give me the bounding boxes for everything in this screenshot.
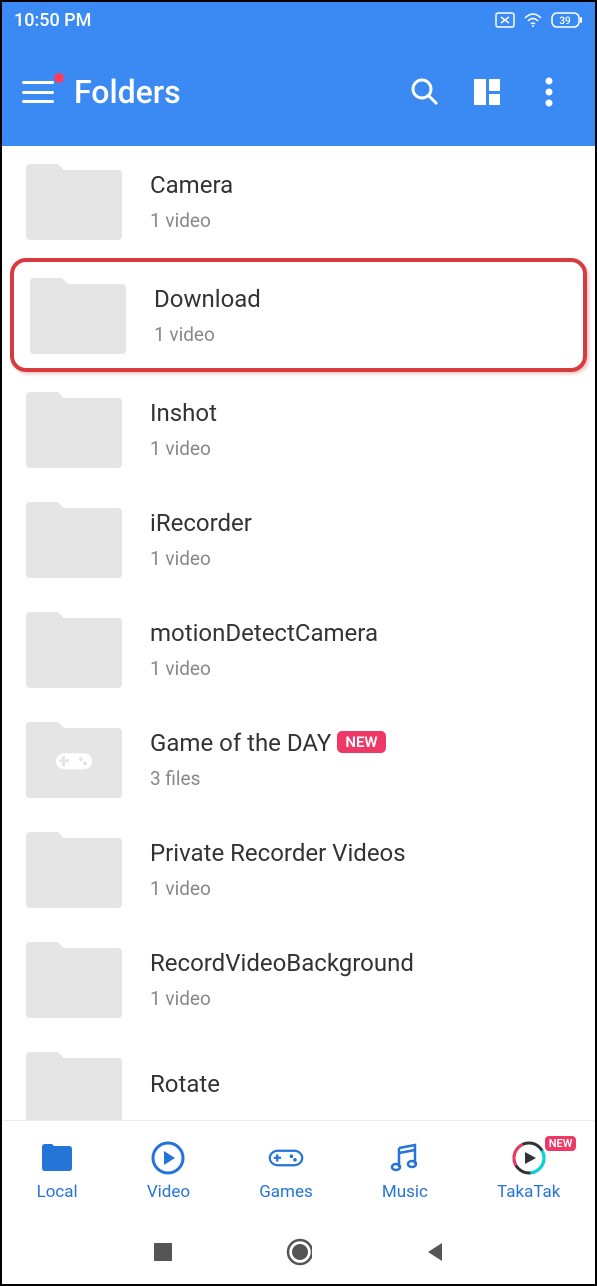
nav-video[interactable]: Video xyxy=(147,1140,190,1202)
folder-info: RecordVideoBackground 1 video xyxy=(150,949,573,1010)
app-header: Folders xyxy=(2,38,595,146)
folder-subtitle: 1 video xyxy=(150,437,573,460)
folder-info: Download 1 video xyxy=(154,285,569,346)
folder-icon xyxy=(24,830,124,908)
notification-dot xyxy=(54,73,64,83)
nav-games[interactable]: Games xyxy=(259,1140,313,1202)
folder-info: iRecorder 1 video xyxy=(150,509,573,570)
nav-label: Video xyxy=(147,1182,190,1202)
folder-item-game-of-the-day[interactable]: Game of the DAYNEW 3 files xyxy=(2,704,595,814)
layout-icon[interactable] xyxy=(471,76,503,108)
folder-icon xyxy=(24,720,124,798)
folder-item-rotate[interactable]: Rotate xyxy=(2,1034,595,1120)
nav-label: Music xyxy=(382,1182,428,1202)
folder-subtitle: 1 video xyxy=(150,547,573,570)
status-icons: 39 xyxy=(495,12,583,28)
music-icon xyxy=(387,1140,423,1176)
folder-name: Download xyxy=(154,285,569,313)
nav-music[interactable]: Music xyxy=(382,1140,428,1202)
folder-name: iRecorder xyxy=(150,509,573,537)
nav-local[interactable]: Local xyxy=(37,1140,78,1202)
more-icon[interactable] xyxy=(533,76,565,108)
folder-icon xyxy=(39,1140,75,1176)
folder-list[interactable]: Camera 1 video Download 1 video Inshot 1… xyxy=(2,146,595,1120)
folder-item-camera[interactable]: Camera 1 video xyxy=(2,146,595,256)
folder-item-recordvideobackground[interactable]: RecordVideoBackground 1 video xyxy=(2,924,595,1034)
folder-item-download[interactable]: Download 1 video xyxy=(10,258,587,372)
bottom-nav: Local Video Games Music TakaTak NEW xyxy=(2,1120,595,1220)
new-badge: NEW xyxy=(337,731,385,753)
folder-subtitle: 1 video xyxy=(150,987,573,1010)
nav-takatak[interactable]: TakaTak NEW xyxy=(497,1140,560,1202)
folder-icon xyxy=(24,162,124,240)
folder-name: Game of the DAYNEW xyxy=(150,729,573,757)
folder-info: Rotate xyxy=(150,1070,573,1108)
folder-item-private-recorder-videos[interactable]: Private Recorder Videos 1 video xyxy=(2,814,595,924)
recent-apps-button[interactable] xyxy=(150,1239,176,1265)
folder-name: Rotate xyxy=(150,1070,573,1098)
folder-icon xyxy=(24,390,124,468)
folder-info: motionDetectCamera 1 video xyxy=(150,619,573,680)
folder-name: Camera xyxy=(150,171,573,199)
folder-info: Game of the DAYNEW 3 files xyxy=(150,729,573,790)
folder-icon xyxy=(24,610,124,688)
svg-text:39: 39 xyxy=(559,16,571,27)
folder-item-motiondetectcamera[interactable]: motionDetectCamera 1 video xyxy=(2,594,595,704)
nav-label: Games xyxy=(259,1182,313,1202)
back-button[interactable] xyxy=(422,1239,448,1265)
system-nav xyxy=(2,1220,595,1284)
folder-name: Inshot xyxy=(150,399,573,427)
folder-info: Private Recorder Videos 1 video xyxy=(150,839,573,900)
folder-subtitle: 1 video xyxy=(150,657,573,680)
play-icon xyxy=(150,1140,186,1176)
folder-icon xyxy=(24,940,124,1018)
folder-icon xyxy=(24,1050,124,1120)
folder-subtitle: 1 video xyxy=(154,323,569,346)
folder-name: RecordVideoBackground xyxy=(150,949,573,977)
nav-label: Local xyxy=(37,1182,78,1202)
home-button[interactable] xyxy=(286,1239,312,1265)
nav-label: TakaTak xyxy=(497,1182,560,1202)
search-icon[interactable] xyxy=(409,76,441,108)
folder-item-inshot[interactable]: Inshot 1 video xyxy=(2,374,595,484)
page-title: Folders xyxy=(74,73,389,111)
folder-name: motionDetectCamera xyxy=(150,619,573,647)
folder-icon xyxy=(28,276,128,354)
status-bar: 10:50 PM 39 xyxy=(2,2,595,38)
folder-name: Private Recorder Videos xyxy=(150,839,573,867)
folder-subtitle: 1 video xyxy=(150,209,573,232)
status-time: 10:50 PM xyxy=(14,10,91,31)
menu-icon[interactable] xyxy=(22,81,54,103)
folder-item-irecorder[interactable]: iRecorder 1 video xyxy=(2,484,595,594)
folder-subtitle: 1 video xyxy=(150,877,573,900)
folder-icon xyxy=(24,500,124,578)
folder-info: Camera 1 video xyxy=(150,171,573,232)
takatak-icon xyxy=(511,1140,547,1176)
gamepad-icon xyxy=(268,1140,304,1176)
folder-info: Inshot 1 video xyxy=(150,399,573,460)
nav-new-badge: NEW xyxy=(545,1136,577,1151)
folder-subtitle: 3 files xyxy=(150,767,573,790)
